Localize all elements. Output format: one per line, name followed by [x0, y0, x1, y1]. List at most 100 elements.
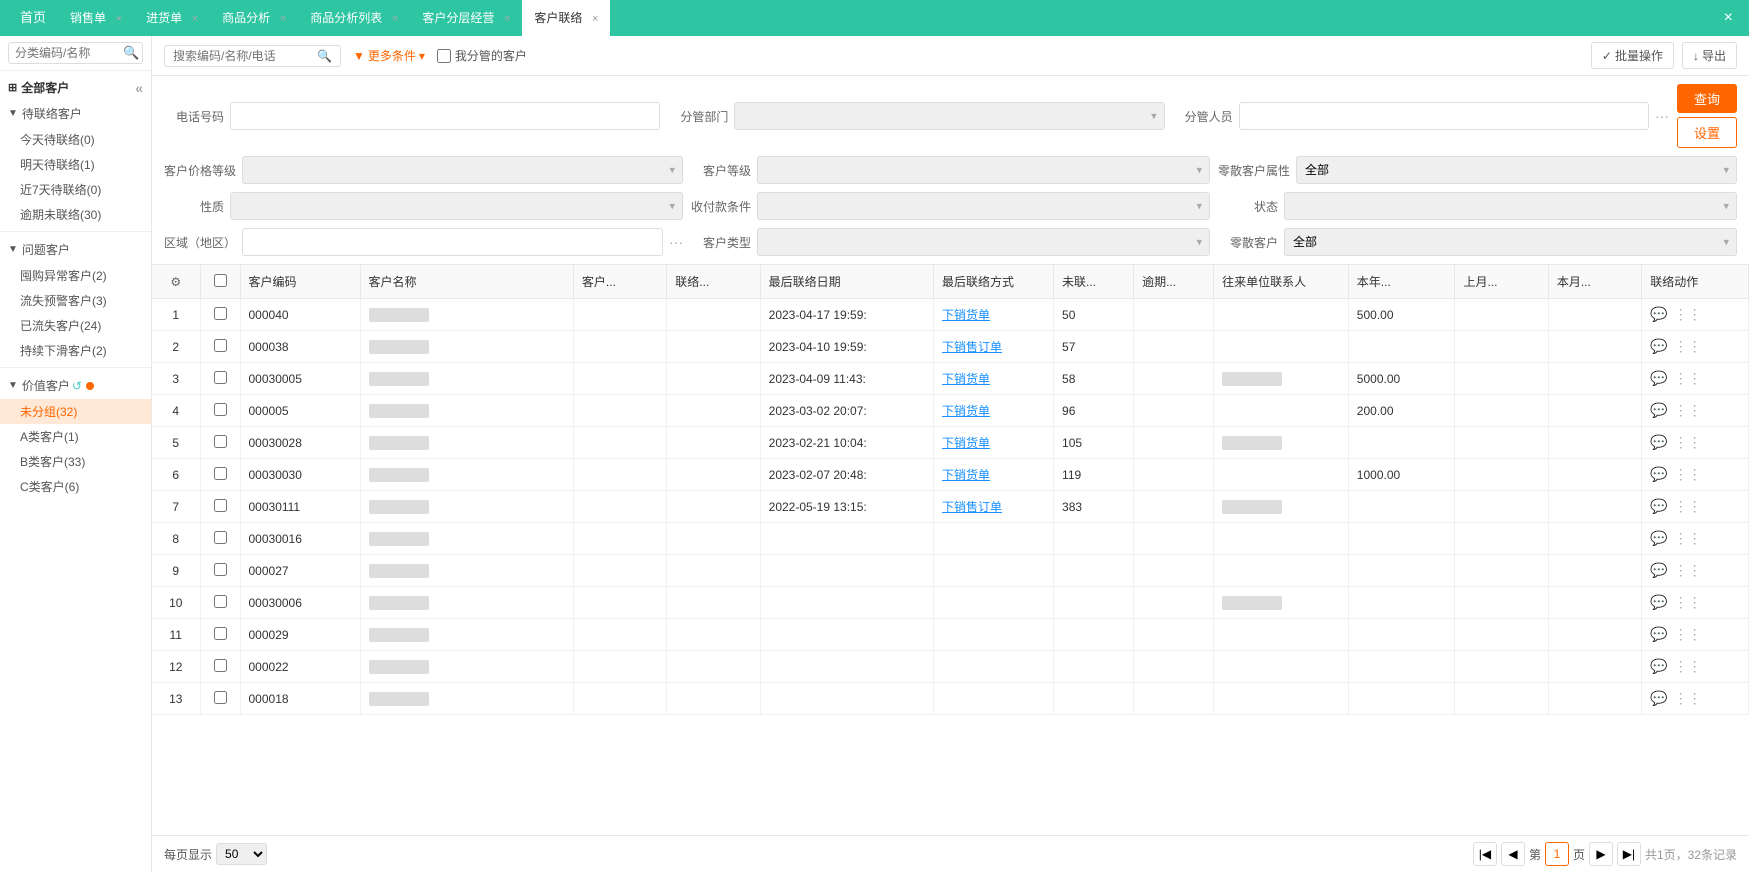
last-way-link[interactable]: 下销货单: [942, 404, 990, 418]
property-select[interactable]: [230, 192, 683, 220]
row-last-way[interactable]: [934, 523, 1054, 555]
last-way-link[interactable]: 下销货单: [942, 372, 990, 386]
row-last-way[interactable]: 下销售订单: [934, 331, 1054, 363]
sidebar-item-unclassified[interactable]: 未分组(32): [0, 399, 151, 424]
retail-attr-select[interactable]: 全部: [1296, 156, 1737, 184]
group-header-value[interactable]: ▼ 价值客户 ↺: [0, 372, 151, 399]
sidebar-item-churn-warning[interactable]: 流失预警客户(3): [0, 288, 151, 313]
batch-ops-button[interactable]: ✓ 批量操作: [1591, 42, 1674, 69]
more-icon[interactable]: ⋮⋮: [1674, 338, 1702, 355]
more-conditions-btn[interactable]: ▼ 更多条件 ▾: [353, 47, 425, 64]
nav-tab-purchase[interactable]: 进货单 ×: [134, 0, 210, 36]
all-customers-header[interactable]: ⊞ 全部客户 «: [0, 71, 151, 100]
row-check[interactable]: [200, 395, 240, 427]
reset-button[interactable]: 设置: [1677, 117, 1737, 148]
nav-home[interactable]: 首页: [8, 0, 58, 36]
row-checkbox[interactable]: [214, 595, 227, 608]
row-last-way[interactable]: [934, 619, 1054, 651]
row-last-way[interactable]: 下销售订单: [934, 491, 1054, 523]
page-size-select[interactable]: 50 20 100: [216, 843, 267, 865]
more-icon[interactable]: ⋮⋮: [1674, 530, 1702, 547]
status-select[interactable]: [1284, 192, 1737, 220]
sidebar-item-class-c[interactable]: C类客户(6): [0, 474, 151, 499]
my-customers-checkbox[interactable]: [437, 49, 451, 63]
more-icon[interactable]: ⋮⋮: [1674, 370, 1702, 387]
row-checkbox[interactable]: [214, 499, 227, 512]
export-button[interactable]: ↓ 导出: [1682, 42, 1737, 69]
nav-tab-customer-segment[interactable]: 客户分层经营 ×: [410, 0, 522, 36]
sidebar-collapse-btn[interactable]: «: [135, 80, 143, 96]
close-all-btn[interactable]: ×: [1716, 9, 1741, 27]
chat-icon[interactable]: 💬: [1650, 690, 1667, 707]
group-header-pending[interactable]: ▼ 待联络客户: [0, 100, 151, 127]
phone-input[interactable]: [230, 102, 660, 130]
nav-tab-customer-contact[interactable]: 客户联络 ×: [522, 0, 610, 36]
sidebar-item-declining[interactable]: 持续下滑客户(2): [0, 338, 151, 363]
last-way-link[interactable]: 下销售订单: [942, 500, 1002, 514]
last-page-btn[interactable]: ▶|: [1617, 842, 1641, 866]
chat-icon[interactable]: 💬: [1650, 658, 1667, 675]
row-last-way[interactable]: [934, 555, 1054, 587]
nav-tab-product-analysis[interactable]: 商品分析 ×: [210, 0, 298, 36]
refresh-icon[interactable]: ↺: [72, 379, 82, 393]
row-check[interactable]: [200, 299, 240, 331]
area-input[interactable]: [242, 228, 663, 256]
sidebar-item-class-b[interactable]: B类客户(33): [0, 449, 151, 474]
query-button[interactable]: 查询: [1677, 84, 1737, 113]
chat-icon[interactable]: 💬: [1650, 562, 1667, 579]
row-check[interactable]: [200, 523, 240, 555]
more-icon[interactable]: ⋮⋮: [1674, 690, 1702, 707]
row-check[interactable]: [200, 363, 240, 395]
sidebar-item-overdue[interactable]: 逾期未联络(30): [0, 202, 151, 227]
dept-select[interactable]: [734, 102, 1164, 130]
row-check[interactable]: [200, 459, 240, 491]
more-icon[interactable]: ⋮⋮: [1674, 626, 1702, 643]
price-grade-select[interactable]: [242, 156, 683, 184]
last-way-link[interactable]: 下销售订单: [942, 340, 1002, 354]
row-checkbox[interactable]: [214, 435, 227, 448]
last-way-link[interactable]: 下销货单: [942, 308, 990, 322]
chat-icon[interactable]: 💬: [1650, 594, 1667, 611]
row-checkbox[interactable]: [214, 691, 227, 704]
more-icon[interactable]: ⋮⋮: [1674, 658, 1702, 675]
last-way-link[interactable]: 下销货单: [942, 468, 990, 482]
sidebar-item-today[interactable]: 今天待联络(0): [0, 127, 151, 152]
row-check[interactable]: [200, 491, 240, 523]
row-checkbox[interactable]: [214, 371, 227, 384]
close-product-tab[interactable]: ×: [280, 13, 286, 25]
row-checkbox[interactable]: [214, 403, 227, 416]
row-last-way[interactable]: 下销货单: [934, 459, 1054, 491]
more-icon[interactable]: ⋮⋮: [1674, 402, 1702, 419]
row-check[interactable]: [200, 587, 240, 619]
prev-page-btn[interactable]: ◀: [1501, 842, 1525, 866]
nav-tab-sales[interactable]: 销售单 ×: [58, 0, 134, 36]
more-icon[interactable]: ⋮⋮: [1674, 498, 1702, 515]
first-page-btn[interactable]: |◀: [1473, 842, 1497, 866]
my-customers-filter[interactable]: 我分管的客户: [437, 47, 527, 64]
settings-icon[interactable]: ⚙: [170, 275, 181, 289]
group-header-problem[interactable]: ▼ 问题客户: [0, 236, 151, 263]
close-product-list-tab[interactable]: ×: [392, 13, 398, 25]
row-check[interactable]: [200, 651, 240, 683]
chat-icon[interactable]: 💬: [1650, 306, 1667, 323]
row-check[interactable]: [200, 427, 240, 459]
chat-icon[interactable]: 💬: [1650, 434, 1667, 451]
sidebar-item-tomorrow[interactable]: 明天待联络(1): [0, 152, 151, 177]
row-checkbox[interactable]: [214, 627, 227, 640]
chat-icon[interactable]: 💬: [1650, 402, 1667, 419]
row-check[interactable]: [200, 331, 240, 363]
col-settings[interactable]: ⚙: [152, 265, 200, 299]
row-checkbox[interactable]: [214, 531, 227, 544]
row-checkbox[interactable]: [214, 563, 227, 576]
search-input[interactable]: [173, 49, 313, 63]
person-dots[interactable]: ···: [1655, 108, 1669, 124]
row-last-way[interactable]: 下销货单: [934, 299, 1054, 331]
chat-icon[interactable]: 💬: [1650, 466, 1667, 483]
row-checkbox[interactable]: [214, 467, 227, 480]
more-icon[interactable]: ⋮⋮: [1674, 466, 1702, 483]
chat-icon[interactable]: 💬: [1650, 338, 1667, 355]
close-contact-tab[interactable]: ×: [592, 13, 598, 25]
row-checkbox[interactable]: [214, 307, 227, 320]
chat-icon[interactable]: 💬: [1650, 498, 1667, 515]
row-check[interactable]: [200, 683, 240, 715]
